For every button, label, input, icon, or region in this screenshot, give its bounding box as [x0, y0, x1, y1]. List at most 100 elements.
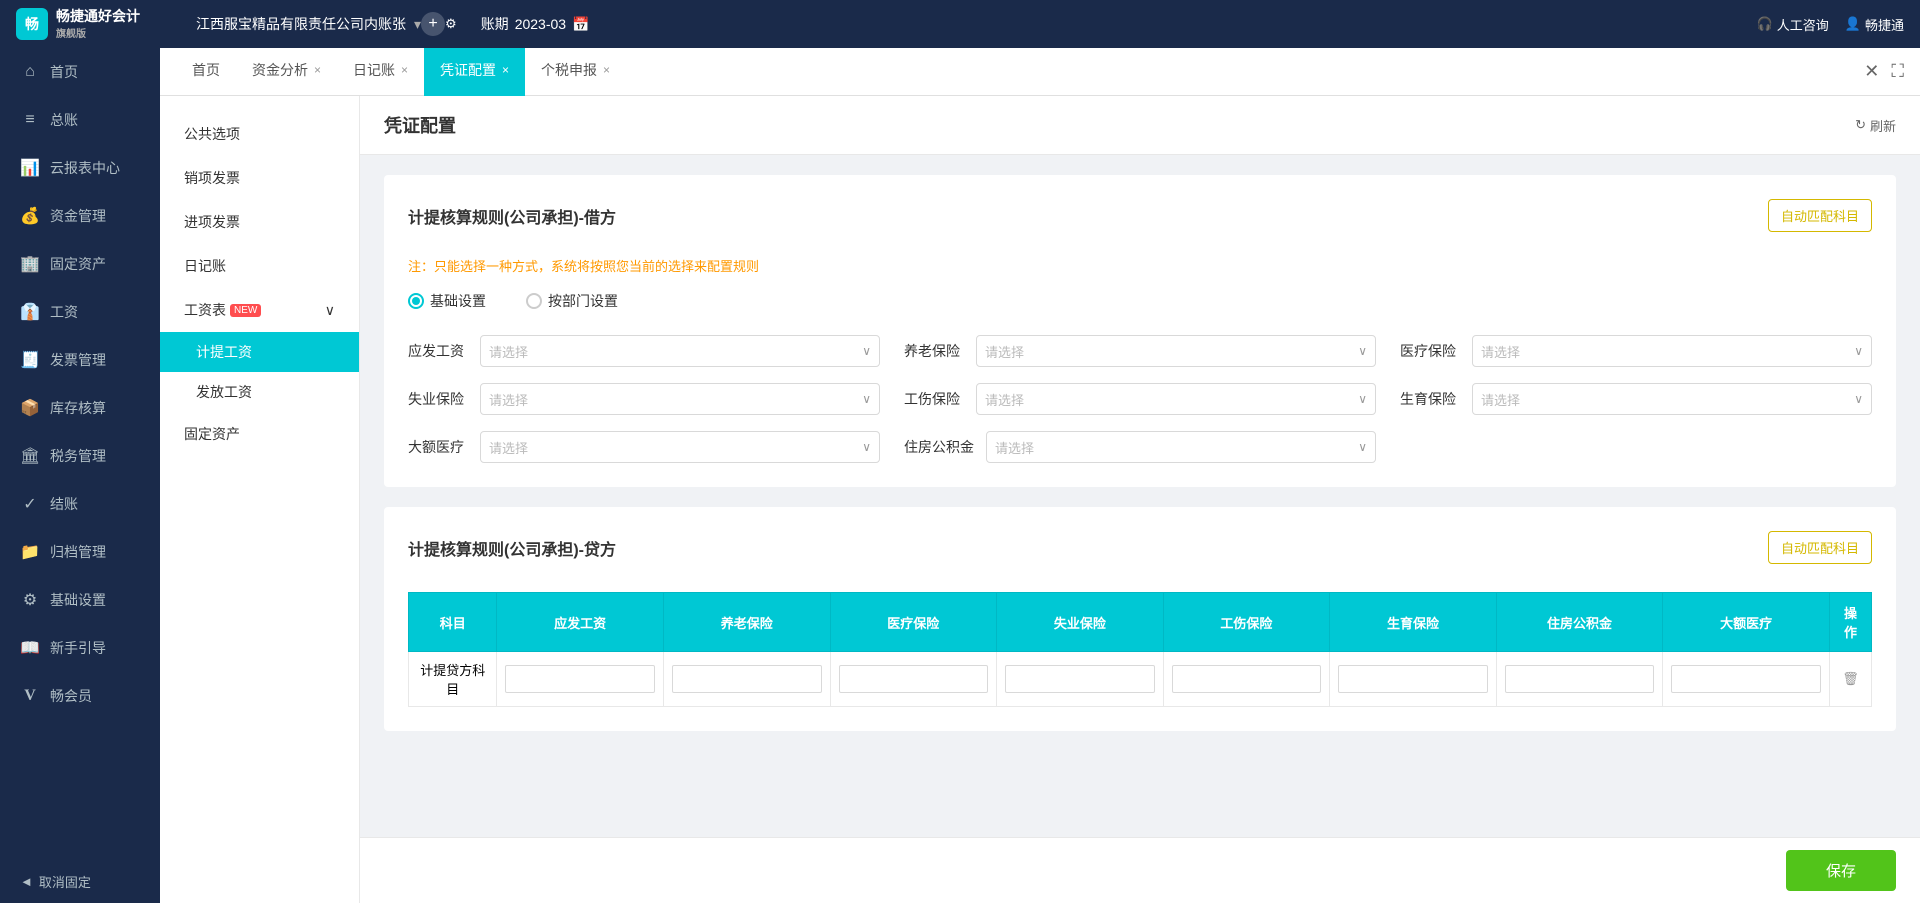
calendar-icon[interactable]: 📅 — [572, 16, 589, 33]
nav-item-journal[interactable]: 日记账 — [160, 244, 359, 288]
row-label-cell: 计提贷方科目 — [409, 652, 497, 707]
tab-fund-label: 资金分析 — [252, 60, 308, 80]
select-yiliao[interactable]: 请选择 ∨ — [1472, 335, 1872, 367]
sidebar-item-fund[interactable]: 💰 资金管理 — [0, 192, 160, 240]
select-dale[interactable]: 请选择 ∨ — [480, 431, 880, 463]
select-yingfa-arrow: ∨ — [862, 344, 871, 358]
select-shengyu-arrow: ∨ — [1854, 392, 1863, 406]
row-yiliao-cell[interactable] — [830, 652, 997, 707]
tab-voucher-close[interactable]: × — [502, 63, 509, 77]
guide-icon: 📖 — [20, 638, 40, 658]
select-yanglao[interactable]: 请选择 ∨ — [976, 335, 1376, 367]
main-layout: ⌂ 首页 ≡ 总账 📊 云报表中心 💰 资金管理 🏢 固定资产 👔 工资 🧾 发… — [0, 48, 1920, 903]
form-row-shiye: 失业保险 请选择 ∨ — [408, 383, 880, 415]
tab-tax[interactable]: 个税申报 × — [525, 48, 626, 96]
select-gongshang[interactable]: 请选择 ∨ — [976, 383, 1376, 415]
row-shiye-cell[interactable] — [997, 652, 1164, 707]
nav-item-fixed-asset[interactable]: 固定资产 — [160, 412, 359, 456]
sidebar-item-settings[interactable]: ⚙ 基础设置 — [0, 576, 160, 624]
sidebar-label-salary: 工资 — [50, 302, 78, 322]
sidebar-item-asset[interactable]: 🏢 固定资产 — [0, 240, 160, 288]
table-row: 计提贷方科目 🗑 — [409, 652, 1872, 707]
tab-fund[interactable]: 资金分析 × — [236, 48, 337, 96]
tab-journal-close[interactable]: × — [401, 63, 408, 77]
delete-icon[interactable]: 🗑 — [1842, 671, 1859, 686]
row-yanglao-cell[interactable] — [663, 652, 830, 707]
period-label: 账期 — [481, 14, 509, 34]
period-selector[interactable]: 账期 2023-03 📅 — [481, 14, 590, 34]
input-dale[interactable] — [1671, 665, 1821, 693]
nav-sub-payroll[interactable]: 计提工资 — [160, 332, 359, 372]
row-shengyu-cell[interactable] — [1330, 652, 1497, 707]
credit-auto-match-button[interactable]: 自动匹配科目 — [1768, 531, 1872, 564]
tab-voucher[interactable]: 凭证配置 × — [424, 48, 525, 96]
service-button[interactable]: 🎧 人工咨询 — [1757, 15, 1829, 34]
sidebar-label-vip: 畅会员 — [50, 686, 92, 706]
radio-dept[interactable]: 按部门设置 — [526, 291, 618, 311]
input-shengyu[interactable] — [1338, 665, 1488, 693]
sidebar-item-invoice[interactable]: 🧾 发票管理 — [0, 336, 160, 384]
refresh-button[interactable]: ↻ 刷新 — [1855, 116, 1896, 135]
sidebar-item-inventory[interactable]: 📦 库存核算 — [0, 384, 160, 432]
nav-item-salary-table[interactable]: 工资表 NEW ∨ — [160, 288, 359, 332]
cancel-fixed-button[interactable]: ◄ 取消固定 — [0, 860, 160, 903]
settings-button[interactable]: ⚙ — [445, 16, 457, 32]
sidebar-item-vip[interactable]: V 畅会员 — [0, 672, 160, 720]
sidebar-item-checkout[interactable]: ✓ 结账 — [0, 480, 160, 528]
avatar-icon: 👤 — [1845, 16, 1861, 32]
maximize-button[interactable]: ⛶ — [1891, 61, 1904, 82]
sidebar-item-report[interactable]: 📊 云报表中心 — [0, 144, 160, 192]
select-shengyu[interactable]: 请选择 ∨ — [1472, 383, 1872, 415]
select-yanglao-placeholder: 请选择 — [985, 342, 1024, 361]
label-yingfa: 应发工资 — [408, 341, 468, 361]
asset-icon: 🏢 — [20, 254, 40, 274]
company-selector[interactable]: 江西服宝精品有限责任公司内账张 ▾ — [196, 14, 421, 34]
tab-journal[interactable]: 日记账 × — [337, 48, 424, 96]
input-yingfa[interactable] — [505, 665, 655, 693]
salary-icon: 👔 — [20, 302, 40, 322]
period-value: 2023-03 — [515, 16, 566, 32]
sidebar-item-archive[interactable]: 📁 归档管理 — [0, 528, 160, 576]
select-shiye-placeholder: 请选择 — [489, 390, 528, 409]
sidebar-label-inventory: 库存核算 — [50, 398, 106, 418]
save-button[interactable]: 保存 — [1786, 850, 1896, 891]
close-all-button[interactable]: ✕ — [1864, 61, 1879, 82]
radio-basic[interactable]: 基础设置 — [408, 291, 486, 311]
add-tab-button[interactable]: + — [421, 12, 445, 36]
tab-home[interactable]: 首页 — [176, 48, 236, 96]
tab-tax-label: 个税申报 — [541, 60, 597, 80]
row-gongshang-cell[interactable] — [1163, 652, 1330, 707]
row-zhufang-cell[interactable] — [1496, 652, 1663, 707]
tab-fund-close[interactable]: × — [314, 63, 321, 77]
company-dropdown-icon[interactable]: ▾ — [414, 16, 421, 33]
debit-auto-match-button[interactable]: 自动匹配科目 — [1768, 199, 1872, 232]
sidebar-item-home[interactable]: ⌂ 首页 — [0, 48, 160, 96]
input-shiye[interactable] — [1005, 665, 1155, 693]
sidebar-item-guide[interactable]: 📖 新手引导 — [0, 624, 160, 672]
nav-sub-pay-salary[interactable]: 发放工资 — [160, 372, 359, 412]
user-button[interactable]: 👤 畅捷通 — [1845, 15, 1904, 34]
nav-item-sales[interactable]: 销项发票 — [160, 156, 359, 200]
nav-item-public[interactable]: 公共选项 — [160, 112, 359, 156]
nav-item-purchase[interactable]: 进项发票 — [160, 200, 359, 244]
col-subject: 科目 — [409, 593, 497, 652]
select-shengyu-placeholder: 请选择 — [1481, 390, 1520, 409]
sidebar-item-ledger[interactable]: ≡ 总账 — [0, 96, 160, 144]
select-yingfa[interactable]: 请选择 ∨ — [480, 335, 880, 367]
sidebar-item-tax[interactable]: 🏛 税务管理 — [0, 432, 160, 480]
home-icon: ⌂ — [20, 63, 40, 81]
row-yingfa-cell[interactable] — [497, 652, 664, 707]
select-shiye[interactable]: 请选择 ∨ — [480, 383, 880, 415]
input-gongshang[interactable] — [1172, 665, 1322, 693]
label-yiliao: 医疗保险 — [1400, 341, 1460, 361]
col-gongshang: 工伤保险 — [1163, 593, 1330, 652]
select-gongshang-placeholder: 请选择 — [985, 390, 1024, 409]
input-zhufang[interactable] — [1505, 665, 1655, 693]
input-yanglao[interactable] — [672, 665, 822, 693]
sidebar-item-salary[interactable]: 👔 工资 — [0, 288, 160, 336]
input-yiliao[interactable] — [839, 665, 989, 693]
row-dale-cell[interactable] — [1663, 652, 1830, 707]
tab-tax-close[interactable]: × — [603, 63, 610, 77]
row-action-cell[interactable]: 🗑 — [1829, 652, 1871, 707]
select-zhufang[interactable]: 请选择 ∨ — [986, 431, 1376, 463]
